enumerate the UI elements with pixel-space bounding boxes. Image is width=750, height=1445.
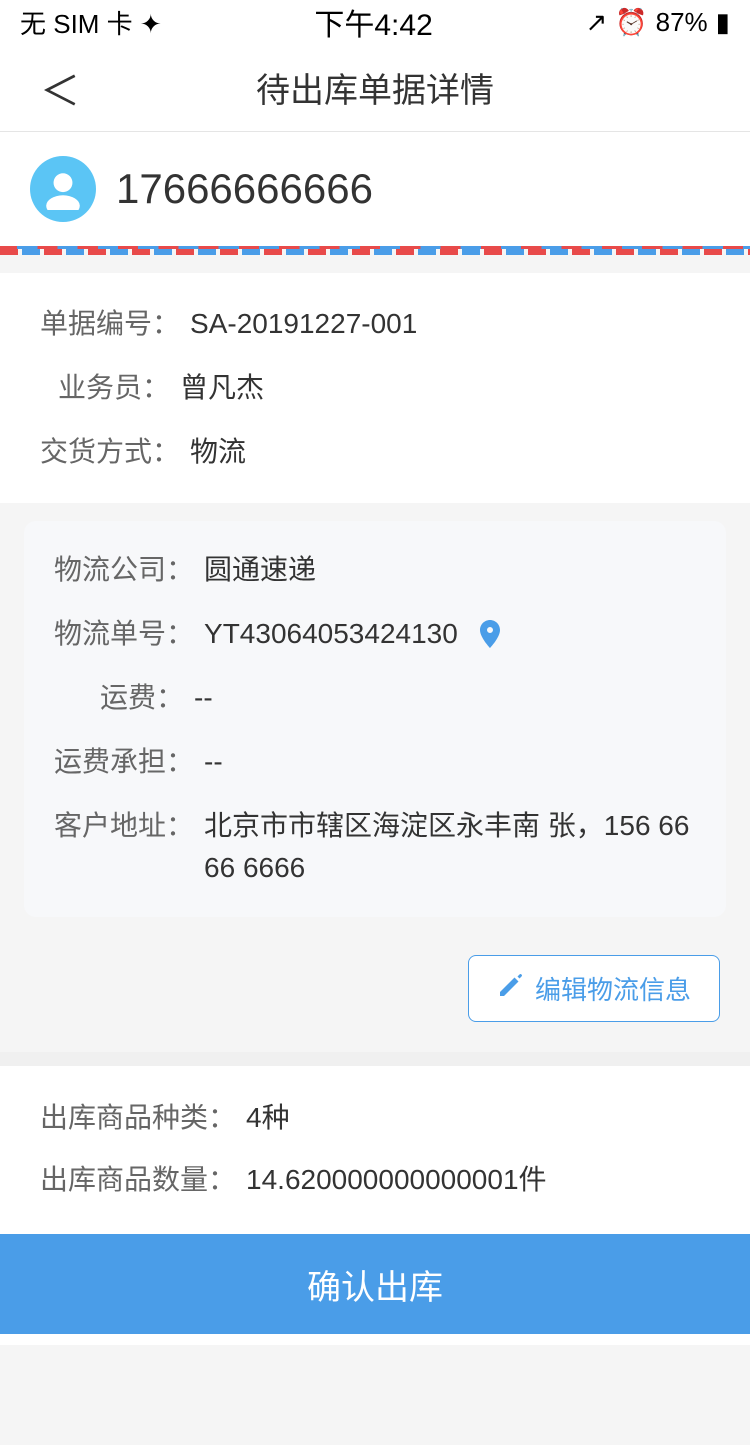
freight-bearer-value: -- bbox=[204, 741, 696, 783]
customer-header: 17666666666 bbox=[0, 132, 750, 249]
status-bar: 无 SIM 卡 ✦ 下午4:42 ↗ ⏰ 87% ▮ bbox=[0, 0, 750, 44]
sales-person-label: 业务员： bbox=[40, 367, 170, 409]
tracking-number-row: 物流单号： YT43064053424130 bbox=[54, 613, 696, 655]
tracking-number-value: YT43064053424130 bbox=[204, 613, 696, 655]
edit-icon bbox=[497, 971, 525, 1006]
customer-phone: 17666666666 bbox=[116, 165, 373, 213]
dashed-separator bbox=[0, 249, 750, 255]
tracking-number-label: 物流单号： bbox=[54, 613, 194, 655]
confirm-button[interactable]: 确认出库 bbox=[0, 1234, 750, 1334]
sim-status: 无 SIM 卡 ✦ bbox=[20, 4, 162, 41]
freight-value: -- bbox=[194, 677, 696, 719]
nav-bar: ＜ 待出库单据详情 bbox=[0, 44, 750, 132]
delivery-method-label: 交货方式： bbox=[40, 431, 180, 473]
location-icon: ↗ bbox=[585, 7, 607, 38]
basic-info-section: 单据编号： SA-20191227-001 业务员： 曾凡杰 交货方式： 物流 bbox=[0, 273, 750, 503]
product-section: 出库商品种类： 4种 出库商品数量： 14.620000000000001件 bbox=[0, 1066, 750, 1228]
address-label: 客户地址： bbox=[54, 805, 194, 847]
product-quantity-row: 出库商品数量： 14.620000000000001件 bbox=[40, 1158, 710, 1198]
map-pin-icon[interactable] bbox=[472, 616, 508, 652]
battery-status: 87% bbox=[656, 7, 708, 38]
edit-button-row: 编辑物流信息 bbox=[0, 935, 750, 1052]
freight-label: 运费： bbox=[54, 677, 184, 719]
edit-button-label: 编辑物流信息 bbox=[535, 970, 691, 1007]
order-number-value: SA-20191227-001 bbox=[190, 303, 710, 345]
bottom-spacer bbox=[0, 1345, 750, 1445]
sales-person-value: 曾凡杰 bbox=[180, 367, 710, 409]
sales-person-row: 业务员： 曾凡杰 bbox=[40, 367, 710, 409]
product-type-label: 出库商品种类： bbox=[40, 1096, 236, 1136]
product-type-row: 出库商品种类： 4种 bbox=[40, 1096, 710, 1136]
confirm-label: 确认出库 bbox=[307, 1260, 443, 1309]
user-icon bbox=[42, 168, 84, 210]
address-value: 北京市市辖区海淀区永丰南 张，156 6666 6666 bbox=[204, 805, 696, 889]
status-left: 无 SIM 卡 ✦ bbox=[20, 4, 162, 41]
logistics-company-value: 圆通速递 bbox=[204, 549, 696, 591]
product-quantity-value: 14.620000000000001件 bbox=[246, 1158, 547, 1198]
logistics-card: 物流公司： 圆通速递 物流单号： YT43064053424130 运费： --… bbox=[24, 521, 726, 917]
edit-logistics-button[interactable]: 编辑物流信息 bbox=[468, 955, 720, 1022]
battery-icon: ▮ bbox=[716, 7, 730, 38]
product-type-value: 4种 bbox=[246, 1096, 290, 1136]
product-quantity-label: 出库商品数量： bbox=[40, 1158, 236, 1198]
section-divider bbox=[0, 1052, 750, 1066]
freight-row: 运费： -- bbox=[54, 677, 696, 719]
freight-bearer-label: 运费承担： bbox=[54, 741, 194, 783]
address-row: 客户地址： 北京市市辖区海淀区永丰南 张，156 6666 6666 bbox=[54, 805, 696, 889]
freight-bearer-row: 运费承担： -- bbox=[54, 741, 696, 783]
delivery-method-row: 交货方式： 物流 bbox=[40, 431, 710, 473]
back-button[interactable]: ＜ bbox=[30, 49, 90, 127]
status-time: 下午4:42 bbox=[314, 0, 432, 44]
order-number-label: 单据编号： bbox=[40, 303, 180, 345]
delivery-method-value: 物流 bbox=[190, 431, 710, 473]
order-number-row: 单据编号： SA-20191227-001 bbox=[40, 303, 710, 345]
logistics-company-row: 物流公司： 圆通速递 bbox=[54, 549, 696, 591]
avatar bbox=[30, 156, 96, 222]
alarm-icon: ⏰ bbox=[615, 7, 647, 38]
logistics-company-label: 物流公司： bbox=[54, 549, 194, 591]
status-right: ↗ ⏰ 87% ▮ bbox=[585, 7, 730, 38]
page-title: 待出库单据详情 bbox=[256, 63, 494, 112]
